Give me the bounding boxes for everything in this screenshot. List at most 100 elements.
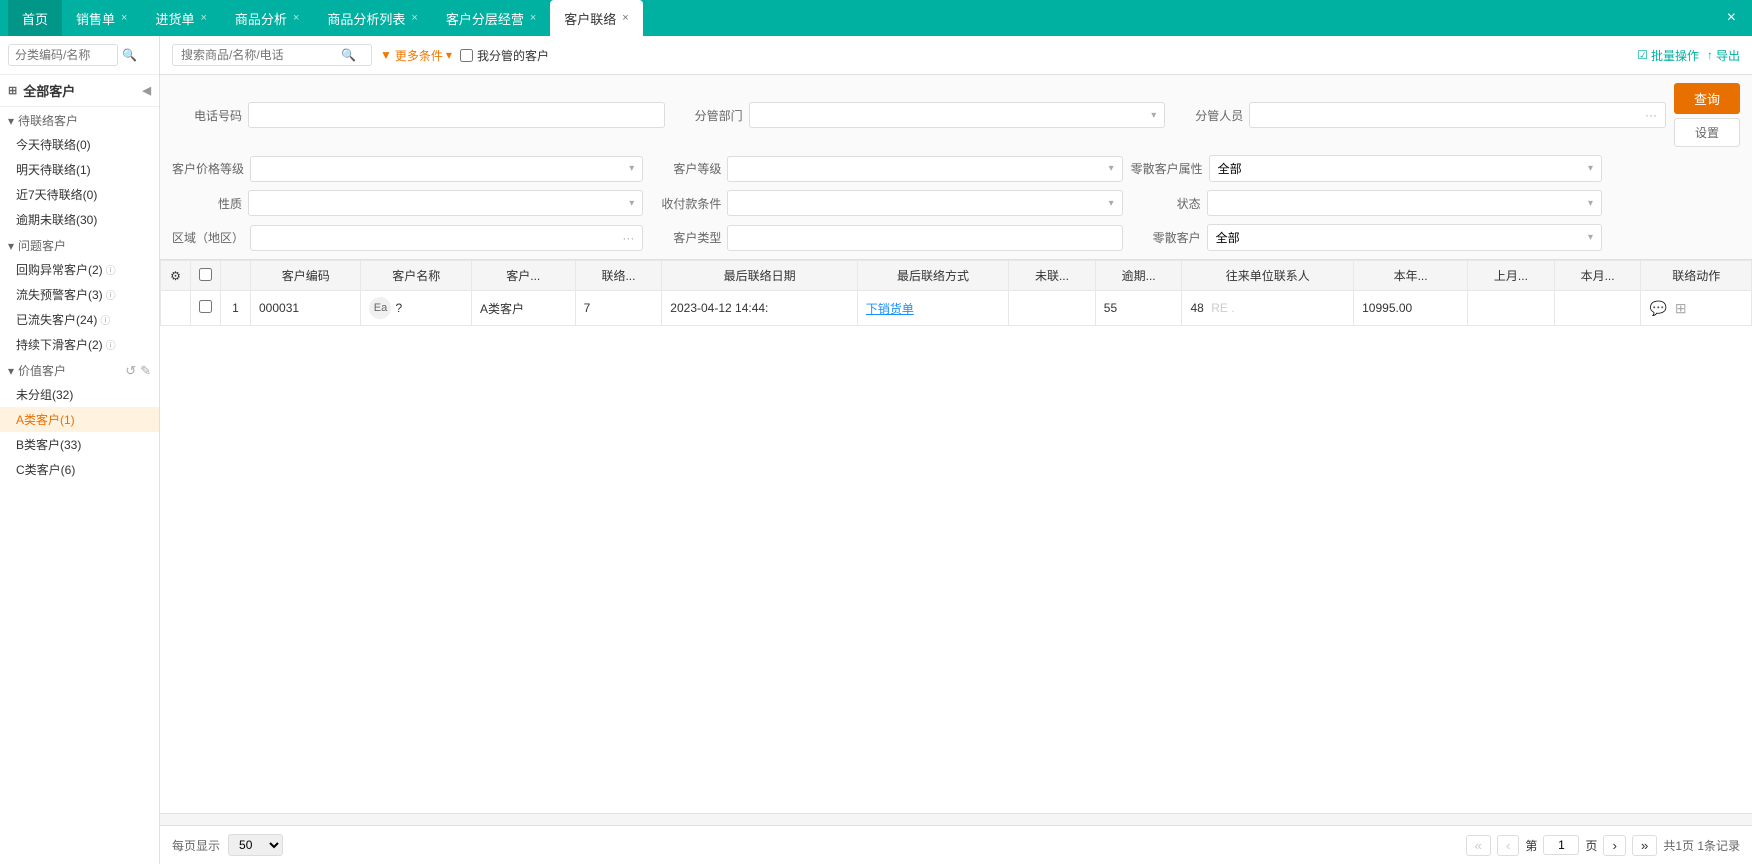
retail-attr-field: 零散客户属性 全部▾	[1131, 155, 1602, 182]
close-customer-contact-icon[interactable]: ×	[622, 12, 628, 24]
sidebar-search-icon[interactable]: 🔍	[122, 48, 137, 62]
row-unit-contact: 48 RE .	[1182, 291, 1354, 326]
edit-icon[interactable]: ✎	[140, 363, 151, 379]
person-input[interactable]: ···	[1249, 102, 1666, 128]
my-customers-filter[interactable]: 我分管的客户	[460, 47, 549, 64]
grid-icon: ⊞	[8, 84, 17, 97]
pending-contact-group[interactable]: ▾ 待联络客户	[0, 107, 159, 132]
batch-op-btn[interactable]: ☑ 批量操作	[1637, 47, 1699, 64]
more-filters-btn[interactable]: ▼ 更多条件 ▾	[380, 47, 452, 64]
select-all-checkbox[interactable]	[199, 268, 212, 281]
dept-select[interactable]: ▾	[749, 102, 1166, 128]
page-size-select[interactable]: 50 100 200	[228, 834, 283, 856]
close-customer-tier-icon[interactable]: ×	[530, 12, 536, 24]
page-size-label: 每页显示	[172, 837, 220, 854]
col-settings[interactable]: ⚙	[161, 261, 191, 291]
row-overdue-days: 55	[1095, 291, 1182, 326]
problem-customers-group[interactable]: ▾ 问题客户	[0, 232, 159, 257]
all-customers-header[interactable]: ⊞ 全部客户 ◀	[0, 75, 159, 107]
nature-field: 性质 ▾	[172, 190, 643, 216]
refresh-icon[interactable]: ↺	[125, 363, 136, 379]
info-icon-declining: ⓘ	[106, 337, 116, 352]
row-name: Ea ?	[361, 291, 471, 326]
batch-op-label: 批量操作	[1651, 47, 1699, 64]
sidebar-item-class-c[interactable]: C类客户(6)	[0, 457, 159, 482]
customer-type-input[interactable]	[727, 225, 1122, 251]
first-page-btn[interactable]: «	[1466, 835, 1491, 856]
nav-customer-contact[interactable]: 客户联络 ×	[550, 0, 642, 36]
pagination-nav: « ‹ 第 页 › » 共1页 1条记录	[1466, 835, 1740, 856]
horizontal-scrollbar[interactable]	[160, 813, 1752, 825]
nature-label: 性质	[172, 195, 242, 212]
close-product-list-icon[interactable]: ×	[411, 12, 417, 24]
arrow-down-icon3: ▾	[8, 364, 14, 378]
retail-attr-select[interactable]: 全部▾	[1209, 155, 1602, 182]
nature-select[interactable]: ▾	[248, 190, 643, 216]
table-header-row: ⚙ 客户编码 客户名称 客户... 联络... 最后联络日期 最后联络方式 未联…	[161, 261, 1752, 291]
row-contact-count: 7	[575, 291, 662, 326]
region-field: 区域（地区） ···	[172, 225, 643, 251]
sidebar-item-class-a[interactable]: A类客户(1)	[0, 407, 159, 432]
sidebar-item-churn-warning[interactable]: 流失预警客户(3) ⓘ	[0, 282, 159, 307]
chat-icon[interactable]: 💬	[1649, 300, 1666, 317]
nav-home[interactable]: 首页	[8, 0, 62, 36]
my-customers-checkbox[interactable]	[460, 49, 473, 62]
phone-field: 电话号码	[172, 102, 665, 128]
retail-customer-select[interactable]: 全部▾	[1207, 224, 1602, 251]
customer-grade-select[interactable]: ▾	[727, 156, 1122, 182]
customer-contact-label: 客户联络	[564, 9, 616, 28]
sidebar-search-input[interactable]	[8, 44, 118, 66]
value-customers-group[interactable]: ▾ 价值客户 ↺ ✎	[0, 357, 159, 382]
more-filters-caret: ▾	[446, 48, 452, 62]
page-number-input[interactable]	[1543, 835, 1579, 855]
search-input[interactable]	[181, 48, 341, 62]
nav-sales[interactable]: 销售单 ×	[62, 0, 141, 36]
sidebar-item-declining[interactable]: 持续下滑客户(2) ⓘ	[0, 332, 159, 357]
grid-action-icon[interactable]: ⊞	[1675, 300, 1687, 317]
col-name: 客户名称	[361, 261, 471, 291]
collapse-sidebar-icon[interactable]: ◀	[143, 84, 151, 97]
sidebar-item-today[interactable]: 今天待联络(0)	[0, 132, 159, 157]
sidebar-item-repurchase[interactable]: 回购异常客户(2) ⓘ	[0, 257, 159, 282]
close-purchase-icon[interactable]: ×	[200, 12, 206, 24]
close-sales-icon[interactable]: ×	[121, 12, 127, 24]
export-label: 导出	[1716, 47, 1740, 64]
row-type: A类客户	[471, 291, 575, 326]
nav-purchase[interactable]: 进货单 ×	[141, 0, 220, 36]
product-analysis-label: 商品分析	[235, 9, 287, 28]
last-page-btn[interactable]: »	[1632, 835, 1657, 856]
sidebar-item-unclassified[interactable]: 未分组(32)	[0, 382, 159, 407]
arrow-down-icon2: ▾	[8, 239, 14, 253]
close-product-analysis-icon[interactable]: ×	[293, 12, 299, 24]
settings-button[interactable]: 设置	[1674, 118, 1740, 147]
info-icon-churn-warning: ⓘ	[106, 287, 116, 302]
nav-product-list[interactable]: 商品分析列表 ×	[313, 0, 431, 36]
prev-page-btn[interactable]: ‹	[1497, 835, 1519, 856]
sidebar-item-week[interactable]: 近7天待联络(0)	[0, 182, 159, 207]
row-select-checkbox[interactable]	[199, 300, 212, 313]
declining-label: 持续下滑客户(2)	[16, 336, 103, 353]
search-container: 🔍	[172, 44, 372, 66]
col-checkbox[interactable]	[191, 261, 221, 291]
price-grade-select[interactable]: ▾	[250, 156, 643, 182]
nav-customer-tier[interactable]: 客户分层经营 ×	[432, 0, 550, 36]
last-method-link[interactable]: 下销货单	[866, 302, 914, 316]
sidebar-item-overdue[interactable]: 逾期未联络(30)	[0, 207, 159, 232]
sidebar-item-tomorrow[interactable]: 明天待联络(1)	[0, 157, 159, 182]
phone-input[interactable]	[248, 102, 665, 128]
retail-customer-field: 零散客户 全部▾	[1131, 224, 1602, 251]
query-button[interactable]: 查询	[1674, 83, 1740, 114]
row-last-method[interactable]: 下销货单	[857, 291, 1008, 326]
region-input[interactable]: ···	[250, 225, 643, 251]
sidebar-item-class-b[interactable]: B类客户(33)	[0, 432, 159, 457]
nav-product-analysis[interactable]: 商品分析 ×	[221, 0, 313, 36]
close-all-tabs-icon[interactable]: ×	[1719, 9, 1744, 27]
sidebar-item-churned[interactable]: 已流失客户(24) ⓘ	[0, 307, 159, 332]
row-checkbox[interactable]	[191, 291, 221, 326]
search-icon[interactable]: 🔍	[341, 48, 356, 62]
next-page-btn[interactable]: ›	[1603, 835, 1625, 856]
status-select[interactable]: ▾	[1207, 190, 1602, 216]
export-btn[interactable]: ↑ 导出	[1707, 47, 1740, 64]
phone-label: 电话号码	[172, 107, 242, 124]
payment-select[interactable]: ▾	[727, 190, 1122, 216]
